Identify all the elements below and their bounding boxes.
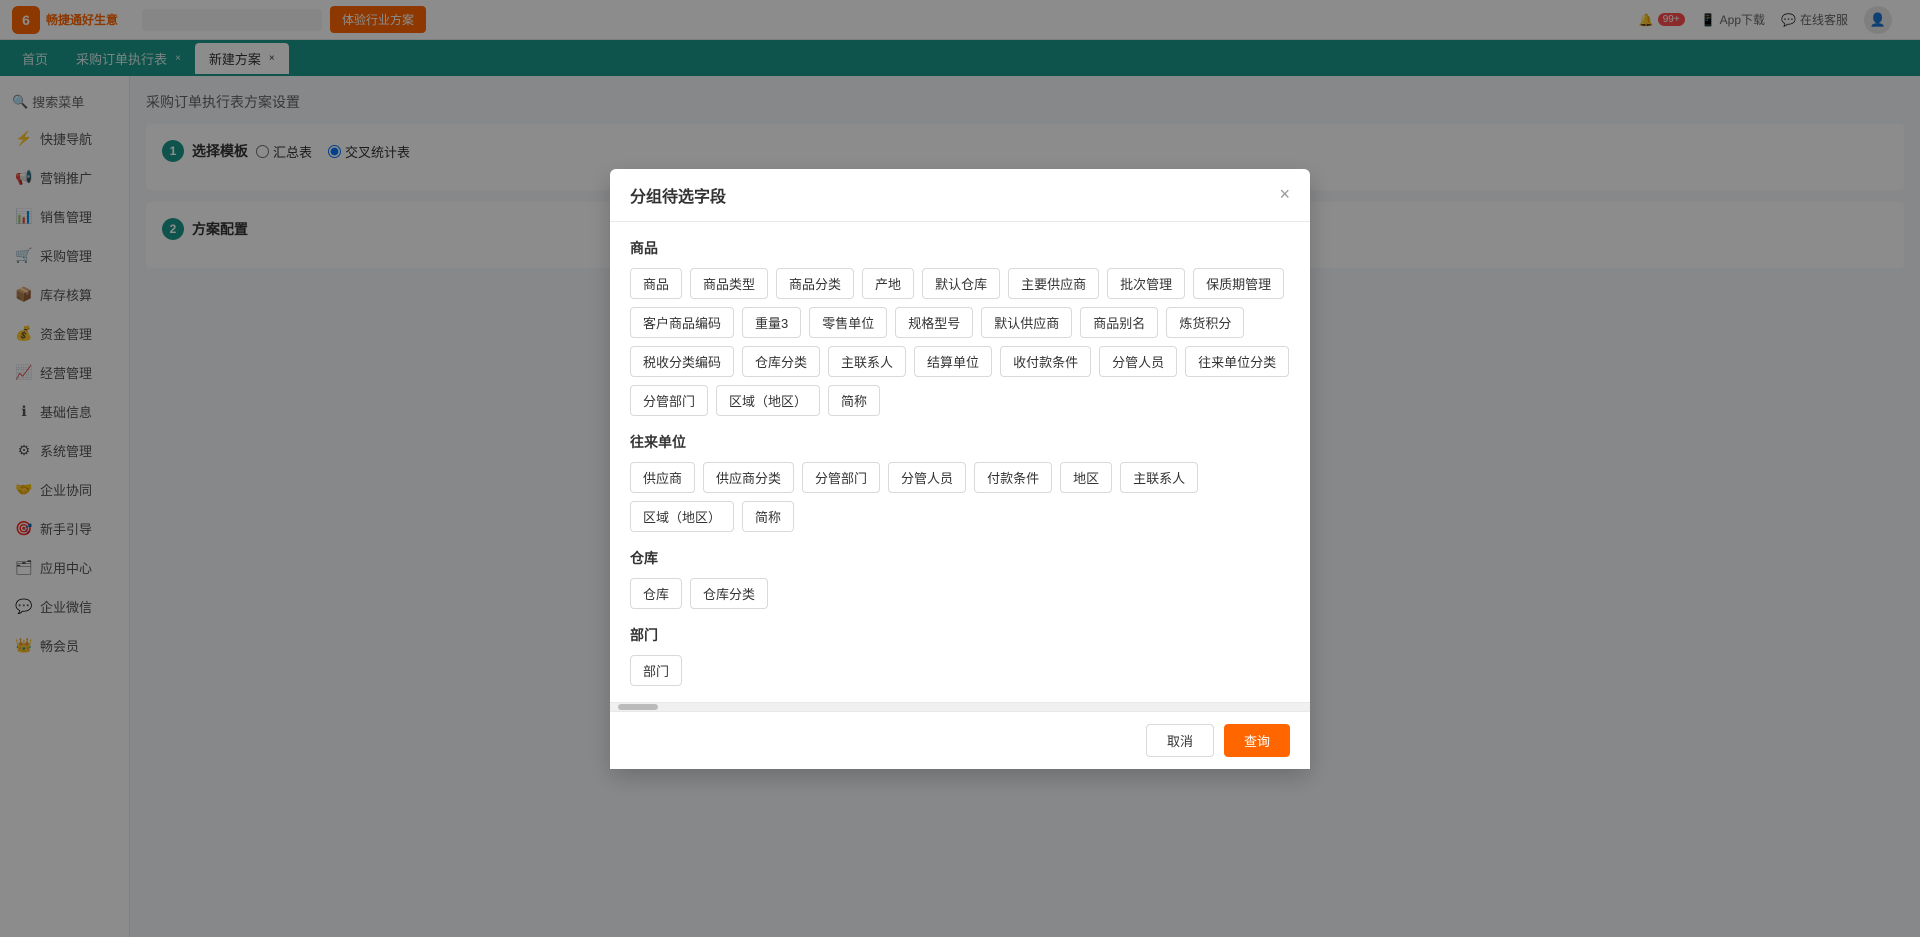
field-group-title-部门: 部门 [630,625,1290,645]
field-tag-往来单位分类[interactable]: 往来单位分类 [1185,346,1289,377]
field-group-title-商品: 商品 [630,238,1290,258]
field-tag-商品分类[interactable]: 商品分类 [776,268,854,299]
field-group-往来单位: 往来单位供应商供应商分类分管部门分管人员付款条件地区主联系人区域（地区） 简称 [630,432,1290,532]
confirm-button[interactable]: 查询 [1224,724,1290,757]
field-tag-规格型号[interactable]: 规格型号 [895,307,973,338]
field-tag-地区[interactable]: 地区 [1060,462,1112,493]
field-tag-收付款条件[interactable]: 收付款条件 [1000,346,1091,377]
field-group-仓库: 仓库仓库仓库分类 [630,548,1290,609]
field-tag-简称[interactable]: 简称 [742,501,794,532]
field-tag-客户商品编码[interactable]: 客户商品编码 [630,307,734,338]
modal-footer: 取消 查询 [610,711,1310,769]
field-tag-重量3[interactable]: 重量3 [742,307,801,338]
field-tag-部门[interactable]: 部门 [630,655,682,686]
field-tag-主联系人[interactable]: 主联系人 [828,346,906,377]
field-tag-商品[interactable]: 商品 [630,268,682,299]
field-tag-商品类型[interactable]: 商品类型 [690,268,768,299]
field-tag-主要供应商[interactable]: 主要供应商 [1008,268,1099,299]
field-tags-商品: 商品商品类型商品分类产地默认仓库主要供应商批次管理保质期管理客户商品编码重量3 零… [630,268,1290,416]
field-select-modal: 分组待选字段 × 商品商品商品类型商品分类产地默认仓库主要供应商批次管理保质期管… [610,169,1310,769]
field-tag-仓库分类[interactable]: 仓库分类 [690,578,768,609]
field-tag-区域（地区）[interactable]: 区域（地区） [630,501,734,532]
field-tag-产地[interactable]: 产地 [862,268,914,299]
field-tag-默认供应商[interactable]: 默认供应商 [981,307,1072,338]
field-tag-主联系人[interactable]: 主联系人 [1120,462,1198,493]
field-tag-分管部门[interactable]: 分管部门 [630,385,708,416]
field-tag-零售单位[interactable]: 零售单位 [809,307,887,338]
field-tag-区域（地区）[interactable]: 区域（地区） [716,385,820,416]
field-tag-分管人员[interactable]: 分管人员 [888,462,966,493]
modal-header: 分组待选字段 × [610,169,1310,222]
field-tag-保质期管理[interactable]: 保质期管理 [1193,268,1284,299]
cancel-button[interactable]: 取消 [1146,724,1214,757]
modal-hscrollbar[interactable] [610,702,1310,711]
modal-close-button[interactable]: × [1279,184,1290,205]
field-tag-结算单位[interactable]: 结算单位 [914,346,992,377]
field-tag-分管部门[interactable]: 分管部门 [802,462,880,493]
hscroll-thumb [618,704,658,710]
field-group-title-往来单位: 往来单位 [630,432,1290,452]
field-tag-仓库分类[interactable]: 仓库分类 [742,346,820,377]
field-tag-仓库[interactable]: 仓库 [630,578,682,609]
field-tag-默认仓库[interactable]: 默认仓库 [922,268,1000,299]
field-group-部门: 部门部门 [630,625,1290,686]
field-tag-供应商[interactable]: 供应商 [630,462,695,493]
field-group-商品: 商品商品商品类型商品分类产地默认仓库主要供应商批次管理保质期管理客户商品编码重量… [630,238,1290,416]
field-tags-往来单位: 供应商供应商分类分管部门分管人员付款条件地区主联系人区域（地区） 简称 [630,462,1290,532]
field-tag-简称[interactable]: 简称 [828,385,880,416]
modal-body: 商品商品商品类型商品分类产地默认仓库主要供应商批次管理保质期管理客户商品编码重量… [610,222,1310,702]
field-tag-炼货积分[interactable]: 炼货积分 [1166,307,1244,338]
field-tag-付款条件[interactable]: 付款条件 [974,462,1052,493]
field-tag-商品别名[interactable]: 商品别名 [1080,307,1158,338]
modal-title: 分组待选字段 [630,183,726,207]
field-tag-税收分类编码[interactable]: 税收分类编码 [630,346,734,377]
field-tag-批次管理[interactable]: 批次管理 [1107,268,1185,299]
field-tag-供应商分类[interactable]: 供应商分类 [703,462,794,493]
field-group-title-仓库: 仓库 [630,548,1290,568]
field-tags-部门: 部门 [630,655,1290,686]
field-tags-仓库: 仓库仓库分类 [630,578,1290,609]
field-tag-分管人员[interactable]: 分管人员 [1099,346,1177,377]
